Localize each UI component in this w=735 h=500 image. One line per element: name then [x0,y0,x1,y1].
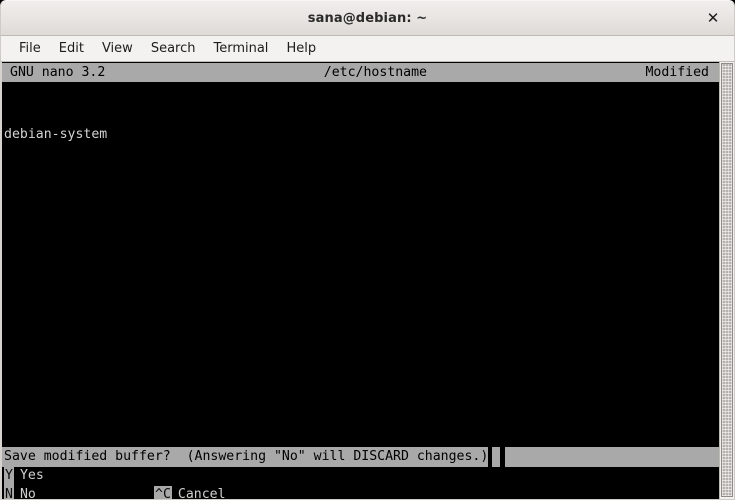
nano-modified-status: Modified [645,65,709,80]
menu-item-search[interactable]: Search [142,39,205,59]
prompt-answer-input[interactable] [505,447,719,467]
window-titlebar[interactable]: sana@debian: ~ ✕ [0,0,735,36]
shortcut-row-2: N No ^C Cancel [2,485,719,500]
nano-bottom-area: Save modified buffer? (Answering "No" wi… [2,447,719,499]
terminal-body: GNU nano 3.2 /etc/hostname Modified debi… [0,62,735,500]
save-prompt-row: Save modified buffer? (Answering "No" wi… [2,447,719,467]
shortcut-cancel[interactable]: ^C Cancel [154,485,334,500]
menu-item-file[interactable]: File [10,39,50,59]
save-prompt-question: Save modified buffer? (Answering "No" wi… [2,447,489,467]
shortcut-key-yes: Y [4,467,14,486]
close-icon[interactable]: ✕ [702,7,724,29]
menu-item-terminal[interactable]: Terminal [204,39,277,59]
scrollbar-thumb[interactable] [721,63,733,497]
terminal-window: sana@debian: ~ ✕ File Edit View Search T… [0,0,735,500]
shortcut-key-no: N [4,485,14,499]
nano-editor[interactable]: GNU nano 3.2 /etc/hostname Modified debi… [2,62,719,499]
nano-buffer[interactable]: debian-system [2,82,719,182]
menubar: File Edit View Search Terminal Help [0,36,735,62]
nano-version-label: GNU nano 3.2 [10,65,106,80]
shortcut-key-cancel: ^C [154,485,172,499]
menu-item-help[interactable]: Help [277,39,325,59]
shortcut-row-1: Y Yes [2,467,719,486]
menu-item-view[interactable]: View [93,39,142,59]
shortcut-label-cancel: Cancel [177,486,226,500]
buffer-line: debian-system [4,127,108,142]
prompt-cursor [492,447,501,467]
shortcut-label-yes: Yes [19,468,44,483]
terminal-scrollbar[interactable] [719,62,734,499]
nano-titlebar: GNU nano 3.2 /etc/hostname Modified [2,63,719,82]
shortcut-label-no: No [19,486,36,500]
nano-filename-label: /etc/hostname [323,65,427,80]
shortcut-yes[interactable]: Y Yes [4,467,154,486]
window-title: sana@debian: ~ [307,10,428,26]
menu-item-edit[interactable]: Edit [50,39,93,59]
shortcut-no[interactable]: N No [4,485,154,500]
